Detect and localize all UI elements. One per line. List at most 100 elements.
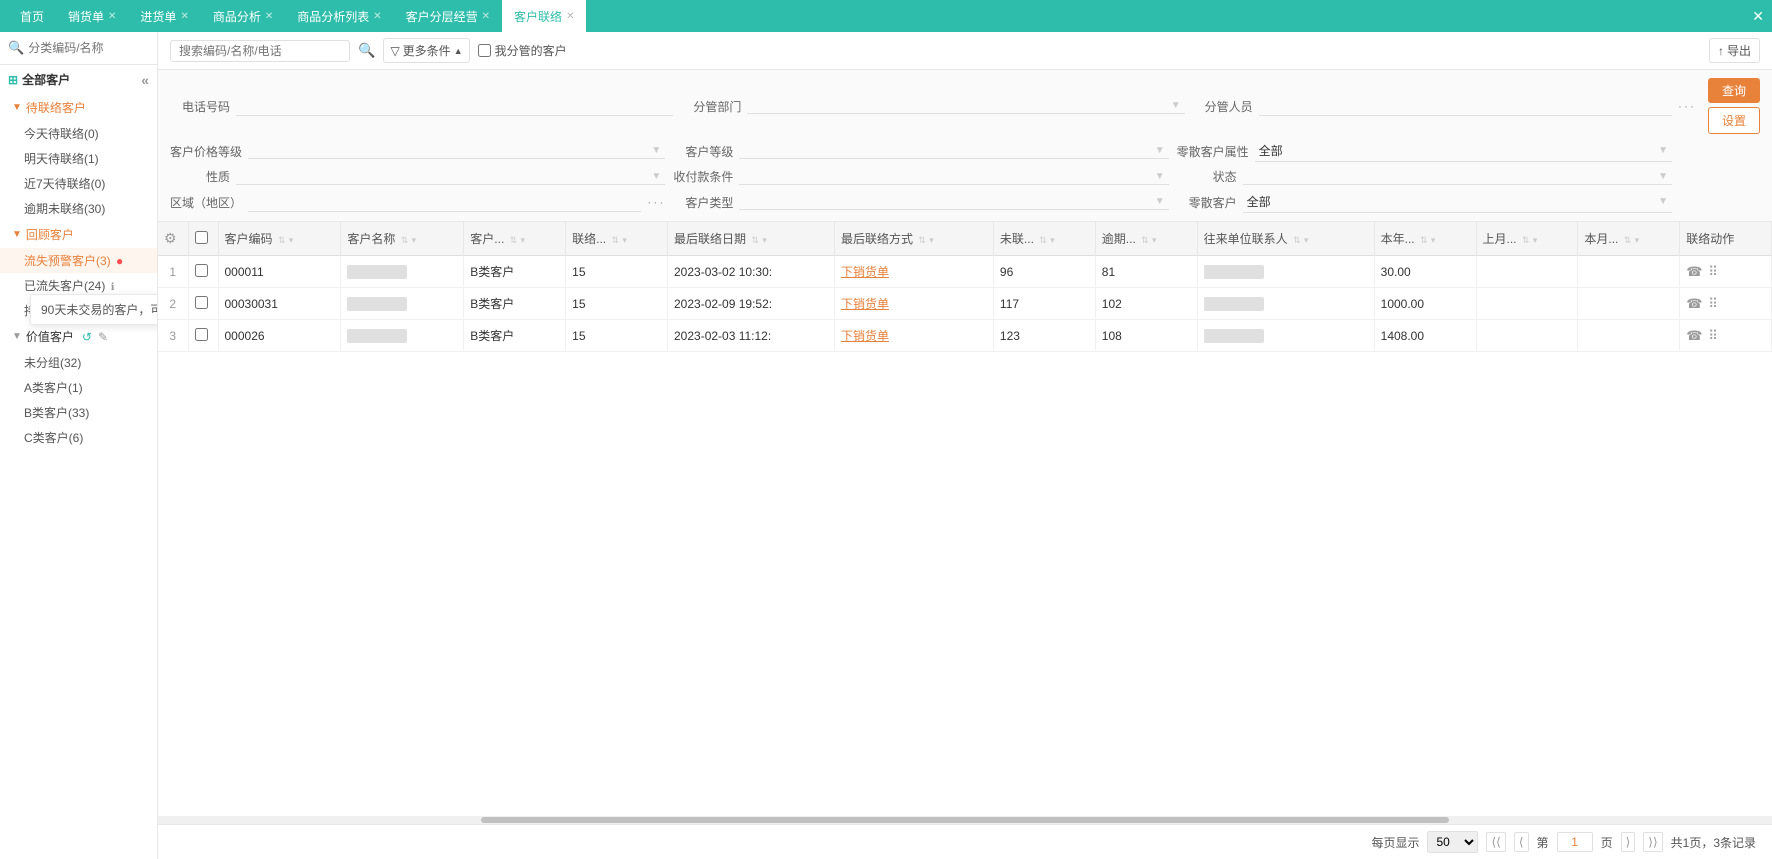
sidebar-item-7days[interactable]: 近7天待联络(0) (0, 171, 157, 196)
tab-product-analysis[interactable]: 商品分析 ✕ (201, 0, 285, 32)
tab-sales[interactable]: 销货单 ✕ (56, 0, 128, 32)
col-unit-contact[interactable]: 往来单位联系人 ⇅ ▾ (1197, 222, 1374, 256)
price-level-select[interactable]: ▼ (248, 143, 665, 159)
region-input[interactable] (248, 193, 641, 212)
tab-product-list[interactable]: 商品分析列表 ✕ (285, 0, 393, 32)
col-code[interactable]: 客户编码 ⇅ ▾ (218, 222, 341, 256)
col-this-year[interactable]: 本年... ⇅ ▾ (1374, 222, 1476, 256)
query-button[interactable]: 查询 (1708, 78, 1760, 103)
tab-home[interactable]: 首页 (8, 0, 56, 32)
col-menu-icon[interactable]: ▾ (289, 235, 294, 245)
col-menu-icon[interactable]: ▾ (412, 235, 417, 245)
phone-input[interactable] (236, 97, 673, 116)
export-button[interactable]: ↑ 导出 (1709, 38, 1760, 63)
row-checkbox[interactable] (188, 320, 218, 352)
row-last-method[interactable]: 下销货单 (834, 256, 993, 288)
row-checkbox[interactable] (188, 288, 218, 320)
col-contacts[interactable]: 联络... ⇅ ▾ (566, 222, 668, 256)
col-type[interactable]: 客户... ⇅ ▾ (464, 222, 566, 256)
customer-type-select[interactable]: ▼ (739, 194, 1168, 210)
sidebar-item-churn-warning[interactable]: 流失预警客户(3) ● (0, 248, 157, 273)
nav-first[interactable]: ⟨⟨ (1486, 832, 1505, 852)
zero-customer-select[interactable]: 全部 ▼ (1243, 191, 1672, 213)
row-last-method[interactable]: 下销货单 (834, 320, 993, 352)
scrollbar-thumb[interactable] (481, 817, 1449, 823)
sidebar-item-today[interactable]: 今天待联络(0) (0, 121, 157, 146)
select-all-checkbox[interactable] (195, 231, 208, 244)
sidebar-section-review[interactable]: ▼ 回顾客户 (0, 221, 157, 248)
col-menu-icon[interactable]: ▾ (1050, 235, 1055, 245)
edit-icon[interactable]: ✎ (98, 330, 108, 344)
col-menu-icon[interactable]: ▾ (521, 235, 526, 245)
col-menu-icon[interactable]: ▾ (1533, 235, 1538, 245)
tab-purchase[interactable]: 进货单 ✕ (128, 0, 200, 32)
sidebar-root[interactable]: ⊞ 全部客户 « (0, 65, 157, 94)
col-menu-icon[interactable]: ▾ (1431, 235, 1436, 245)
customer-level-select[interactable]: ▼ (739, 143, 1168, 159)
sidebar-item-c-class[interactable]: C类客户(6) (0, 425, 157, 450)
close-all-button[interactable]: ✕ (1752, 8, 1764, 25)
row-checkbox[interactable] (188, 256, 218, 288)
sidebar-item-tomorrow[interactable]: 明天待联络(1) (0, 146, 157, 171)
search-button[interactable]: 🔍 (358, 42, 375, 59)
zero-attr-select[interactable]: 全部 ▼ (1255, 140, 1672, 162)
more-options-icon[interactable]: ··· (647, 195, 665, 209)
sidebar-item-ungroup[interactable]: 未分组(32) (0, 350, 157, 375)
sidebar-section-pending[interactable]: ▼ 待联络客户 (0, 94, 157, 121)
row-last-method[interactable]: 下销货单 (834, 288, 993, 320)
col-checkbox[interactable] (188, 222, 218, 256)
tab-customer-contact[interactable]: 客户联络 ✕ (502, 0, 586, 32)
col-menu-icon[interactable]: ▾ (762, 235, 767, 245)
more-icon[interactable]: ⠿ (1708, 328, 1718, 344)
close-icon[interactable]: ✕ (566, 11, 574, 22)
col-menu-icon[interactable]: ▾ (1635, 235, 1640, 245)
sidebar-section-value[interactable]: ▼ 价值客户 ↺ ✎ (0, 323, 157, 350)
sidebar-item-overdue[interactable]: 逾期未联络(30) (0, 196, 157, 221)
contact-icon[interactable]: ☎ (1686, 328, 1702, 344)
contact-icon[interactable]: ☎ (1686, 264, 1702, 280)
tab-customer-layer[interactable]: 客户分层经营 ✕ (394, 0, 502, 32)
manager-input[interactable] (1259, 97, 1672, 116)
more-icon[interactable]: ⠿ (1708, 296, 1718, 312)
nav-next[interactable]: ⟩ (1621, 832, 1636, 852)
sidebar-search-input[interactable] (28, 41, 158, 55)
col-settings[interactable]: ⚙ (158, 222, 188, 256)
close-icon[interactable]: ✕ (482, 11, 490, 22)
per-page-select[interactable]: 50 100 200 (1427, 831, 1478, 853)
close-icon[interactable]: ✕ (265, 11, 273, 22)
col-name[interactable]: 客户名称 ⇅ ▾ (341, 222, 464, 256)
col-unlisted[interactable]: 未联... ⇅ ▾ (993, 222, 1095, 256)
dept-select[interactable]: ▼ (747, 98, 1184, 114)
sidebar-item-a-class[interactable]: A类客户(1) (0, 375, 157, 400)
col-menu-icon[interactable]: ▾ (1304, 235, 1309, 245)
nav-prev[interactable]: ⟨ (1514, 832, 1529, 852)
close-icon[interactable]: ✕ (373, 11, 381, 22)
refresh-icon[interactable]: ↺ (82, 330, 92, 344)
col-menu-icon[interactable]: ▾ (622, 235, 627, 245)
settings-button[interactable]: 设置 (1708, 107, 1760, 134)
more-options-icon[interactable]: ··· (1678, 99, 1696, 113)
col-last-month[interactable]: 上月... ⇅ ▾ (1476, 222, 1578, 256)
col-last-date[interactable]: 最后联络日期 ⇅ ▾ (668, 222, 835, 256)
close-icon[interactable]: ✕ (108, 11, 116, 22)
status-select[interactable]: ▼ (1243, 169, 1672, 185)
search-input[interactable] (170, 40, 350, 62)
more-icon[interactable]: ⠿ (1708, 264, 1718, 280)
horizontal-scrollbar[interactable] (158, 816, 1772, 824)
payment-select[interactable]: ▼ (739, 169, 1168, 185)
my-customers-checkbox[interactable] (478, 44, 491, 57)
col-this-month[interactable]: 本月... ⇅ ▾ (1578, 222, 1680, 256)
close-icon[interactable]: ✕ (180, 11, 188, 22)
col-menu-icon[interactable]: ▾ (929, 235, 934, 245)
nav-last[interactable]: ⟩⟩ (1643, 832, 1662, 852)
collapse-button[interactable]: « (141, 72, 149, 88)
col-overdue[interactable]: 逾期... ⇅ ▾ (1095, 222, 1197, 256)
more-conditions-button[interactable]: ▽ 更多条件 ▲ (383, 38, 469, 63)
my-customers-filter[interactable]: 我分管的客户 (478, 42, 567, 59)
settings-gear-icon[interactable]: ⚙ (164, 230, 177, 246)
sidebar-item-b-class[interactable]: B类客户(33) (0, 400, 157, 425)
contact-icon[interactable]: ☎ (1686, 296, 1702, 312)
gender-select[interactable]: ▼ (236, 169, 665, 185)
col-menu-icon[interactable]: ▾ (1152, 235, 1157, 245)
page-input[interactable] (1557, 832, 1593, 852)
